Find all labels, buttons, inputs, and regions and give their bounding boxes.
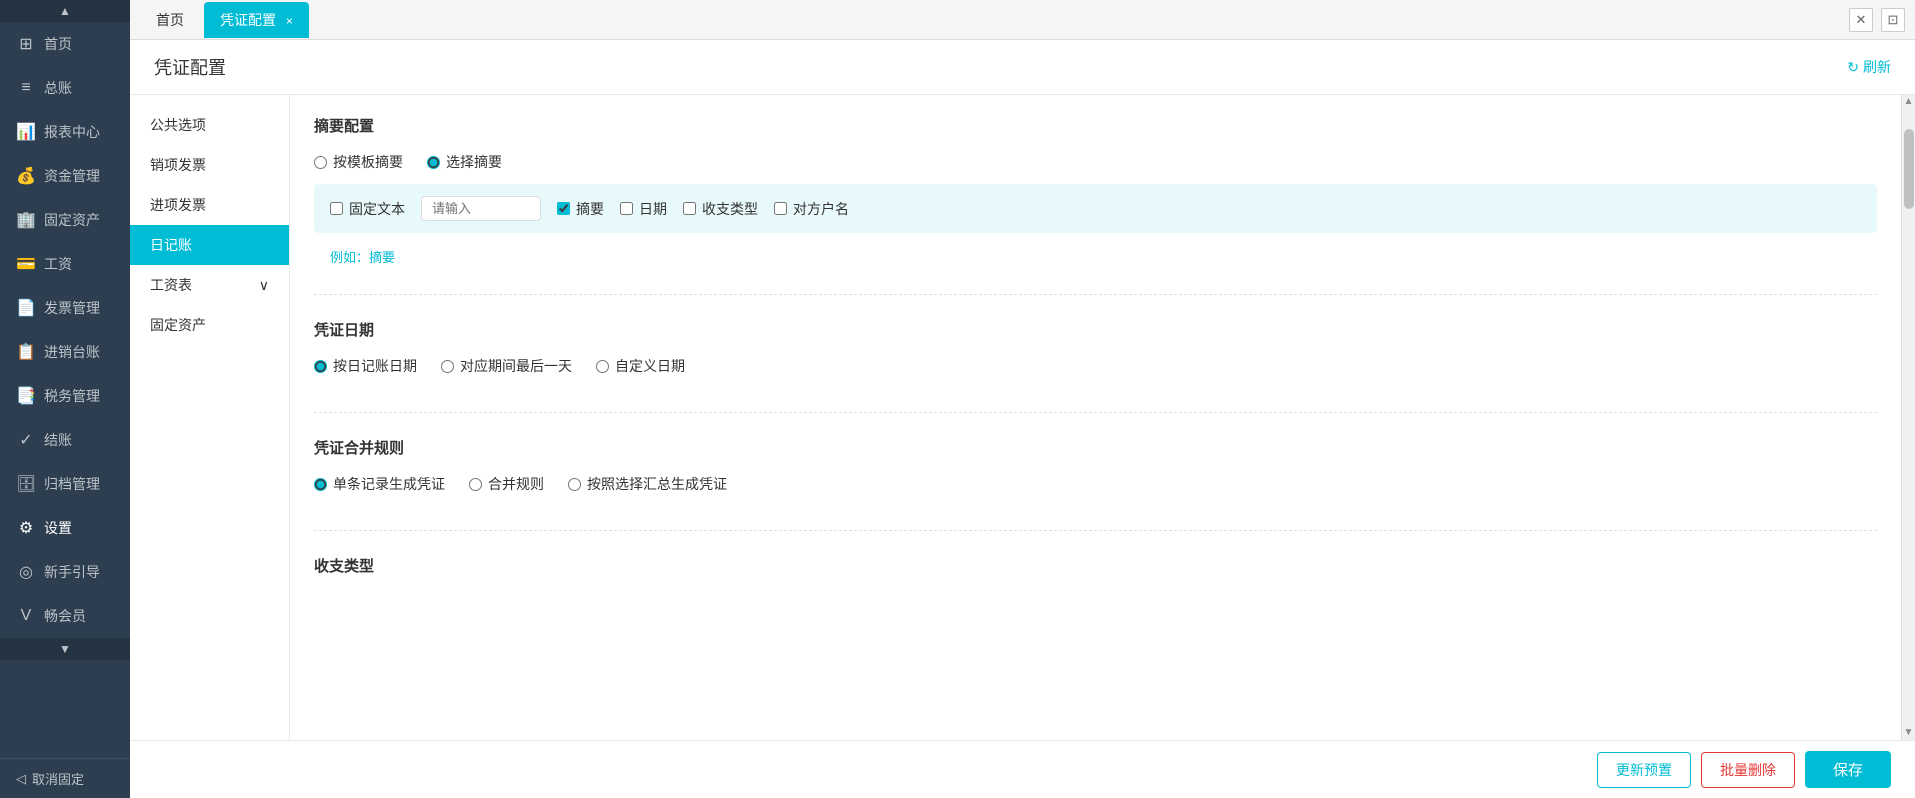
sidebar-item-guide[interactable]: ◎ 新手引导 xyxy=(0,550,130,594)
window-restore-button[interactable]: ⊡ xyxy=(1881,8,1905,32)
checkbox-counter-party[interactable]: 对方户名 xyxy=(774,199,849,219)
sidebar-item-checkout[interactable]: ✓ 结账 xyxy=(0,418,130,462)
example-text: 例如：摘要 xyxy=(314,243,1877,270)
tab-close-button[interactable]: × xyxy=(286,14,293,28)
window-close-button[interactable]: ✕ xyxy=(1849,8,1873,32)
save-button[interactable]: 保存 xyxy=(1805,751,1891,788)
sidebar-scroll-up[interactable]: ▲ xyxy=(0,0,130,22)
merge-rules-title: 凭证合并规则 xyxy=(314,437,1877,458)
summary-radio-group: 按模板摘要 选择摘要 xyxy=(314,152,1877,172)
right-content: 摘要配置 按模板摘要 选择摘要 固定文本 xyxy=(290,95,1901,740)
cancel-fixed-button[interactable]: ◁ 取消固定 xyxy=(0,758,130,798)
sidebar-item-invoice[interactable]: 📄 发票管理 xyxy=(0,286,130,330)
scroll-up-arrow[interactable]: ▲ xyxy=(1902,95,1915,109)
income-expense-title: 收支类型 xyxy=(314,555,1877,576)
scroll-down-arrow[interactable]: ▼ xyxy=(1902,726,1915,740)
main-area: 首页 凭证配置 × ✕ ⊡ 凭证配置 ↻ 刷新 公共选项 销项发票 进项 xyxy=(130,0,1915,798)
nav-sales-invoice[interactable]: 销项发票 xyxy=(130,145,289,185)
archive-icon: 🗄 xyxy=(16,474,36,494)
merge-radio-summary[interactable]: 按照选择汇总生成凭证 xyxy=(568,474,727,494)
nav-public-options[interactable]: 公共选项 xyxy=(130,105,289,145)
sidebar-item-tax[interactable]: 📑 税务管理 xyxy=(0,374,130,418)
sidebar-item-fixed-assets[interactable]: 🏢 固定资产 xyxy=(0,198,130,242)
checkout-icon: ✓ xyxy=(16,430,36,450)
summary-checkbox-row: 固定文本 摘要 日期 收支类型 xyxy=(314,184,1877,233)
tab-bar: 首页 凭证配置 × ✕ ⊡ xyxy=(130,0,1915,40)
date-radio-journal[interactable]: 按日记账日期 xyxy=(314,356,417,376)
purchase-icon: 📋 xyxy=(16,342,36,362)
ledger-icon: ≡ xyxy=(16,79,36,97)
chart-icon: 📊 xyxy=(16,122,36,142)
refresh-icon: ↻ xyxy=(1847,59,1859,76)
guide-icon: ◎ xyxy=(16,562,36,582)
home-icon: ⊞ xyxy=(16,34,36,54)
checkbox-fixed-text[interactable]: 固定文本 xyxy=(330,199,405,219)
merge-radio-single[interactable]: 单条记录生成凭证 xyxy=(314,474,445,494)
vip-icon: V xyxy=(16,607,36,625)
update-preview-button[interactable]: 更新预置 xyxy=(1597,752,1691,788)
content-layout: 公共选项 销项发票 进项发票 日记账 工资表 ∨ 固定资产 摘要配置 xyxy=(130,95,1915,740)
salary-icon: 💳 xyxy=(16,254,36,274)
tab-actions: ✕ ⊡ xyxy=(1849,8,1905,32)
building-icon: 🏢 xyxy=(16,210,36,230)
summary-config-section: 摘要配置 按模板摘要 选择摘要 固定文本 xyxy=(314,115,1877,295)
tab-home[interactable]: 首页 xyxy=(140,2,200,38)
page-header: 凭证配置 ↻ 刷新 xyxy=(130,40,1915,95)
scroll-thumb[interactable] xyxy=(1904,129,1914,209)
sidebar-item-salary[interactable]: 💳 工资 xyxy=(0,242,130,286)
tab-voucher-config[interactable]: 凭证配置 × xyxy=(204,2,309,38)
fixed-text-input[interactable] xyxy=(421,196,541,221)
checkbox-income-expense-type[interactable]: 收支类型 xyxy=(683,199,758,219)
sidebar-item-report-center[interactable]: 📊 报表中心 xyxy=(0,110,130,154)
left-nav: 公共选项 销项发票 进项发票 日记账 工资表 ∨ 固定资产 xyxy=(130,95,290,740)
sidebar-item-general-ledger[interactable]: ≡ 总账 xyxy=(0,66,130,110)
summary-radio-select[interactable]: 选择摘要 xyxy=(427,152,502,172)
merge-rules-section: 凭证合并规则 单条记录生成凭证 合并规则 按照选择汇总生成凭证 xyxy=(314,437,1877,531)
refresh-button[interactable]: ↻ 刷新 xyxy=(1847,57,1891,77)
invoice-icon: 📄 xyxy=(16,298,36,318)
sidebar-item-purchase-sales[interactable]: 📋 进销台账 xyxy=(0,330,130,374)
income-expense-section: 收支类型 xyxy=(314,555,1877,616)
summary-radio-template[interactable]: 按模板摘要 xyxy=(314,152,403,172)
voucher-date-title: 凭证日期 xyxy=(314,319,1877,340)
checkbox-summary[interactable]: 摘要 xyxy=(557,199,604,219)
sidebar-item-vip[interactable]: V 畅会员 xyxy=(0,594,130,638)
batch-delete-button[interactable]: 批量删除 xyxy=(1701,752,1795,788)
merge-rules-radio-group: 单条记录生成凭证 合并规则 按照选择汇总生成凭证 xyxy=(314,474,1877,494)
nav-payroll[interactable]: 工资表 ∨ xyxy=(130,265,289,305)
bottom-bar: 更新预置 批量删除 保存 xyxy=(130,740,1915,798)
merge-radio-merge[interactable]: 合并规则 xyxy=(469,474,544,494)
nav-purchase-invoice[interactable]: 进项发票 xyxy=(130,185,289,225)
nav-fixed-assets[interactable]: 固定资产 xyxy=(130,305,289,345)
voucher-date-section: 凭证日期 按日记账日期 对应期间最后一天 自定义日期 xyxy=(314,319,1877,413)
sidebar: ▲ ⊞ 首页 ≡ 总账 📊 报表中心 💰 资金管理 🏢 固定资产 💳 工资 📄 … xyxy=(0,0,130,798)
sidebar-scroll-down[interactable]: ▼ xyxy=(0,638,130,660)
pin-icon: ◁ xyxy=(16,771,26,787)
tax-icon: 📑 xyxy=(16,386,36,406)
date-radio-custom[interactable]: 自定义日期 xyxy=(596,356,685,376)
sidebar-item-archive[interactable]: 🗄 归档管理 xyxy=(0,462,130,506)
chevron-down-icon: ∨ xyxy=(259,277,269,294)
scroll-track: ▲ ▼ xyxy=(1901,95,1915,740)
nav-journal[interactable]: 日记账 xyxy=(130,225,289,265)
date-radio-period-last[interactable]: 对应期间最后一天 xyxy=(441,356,572,376)
page-title: 凭证配置 xyxy=(154,54,226,80)
sidebar-item-settings[interactable]: ⚙ 设置 xyxy=(0,506,130,550)
voucher-date-radio-group: 按日记账日期 对应期间最后一天 自定义日期 xyxy=(314,356,1877,376)
sidebar-item-home[interactable]: ⊞ 首页 xyxy=(0,22,130,66)
sidebar-item-fund-management[interactable]: 💰 资金管理 xyxy=(0,154,130,198)
settings-icon: ⚙ xyxy=(16,518,36,538)
checkbox-date[interactable]: 日期 xyxy=(620,199,667,219)
summary-config-title: 摘要配置 xyxy=(314,115,1877,136)
fund-icon: 💰 xyxy=(16,166,36,186)
